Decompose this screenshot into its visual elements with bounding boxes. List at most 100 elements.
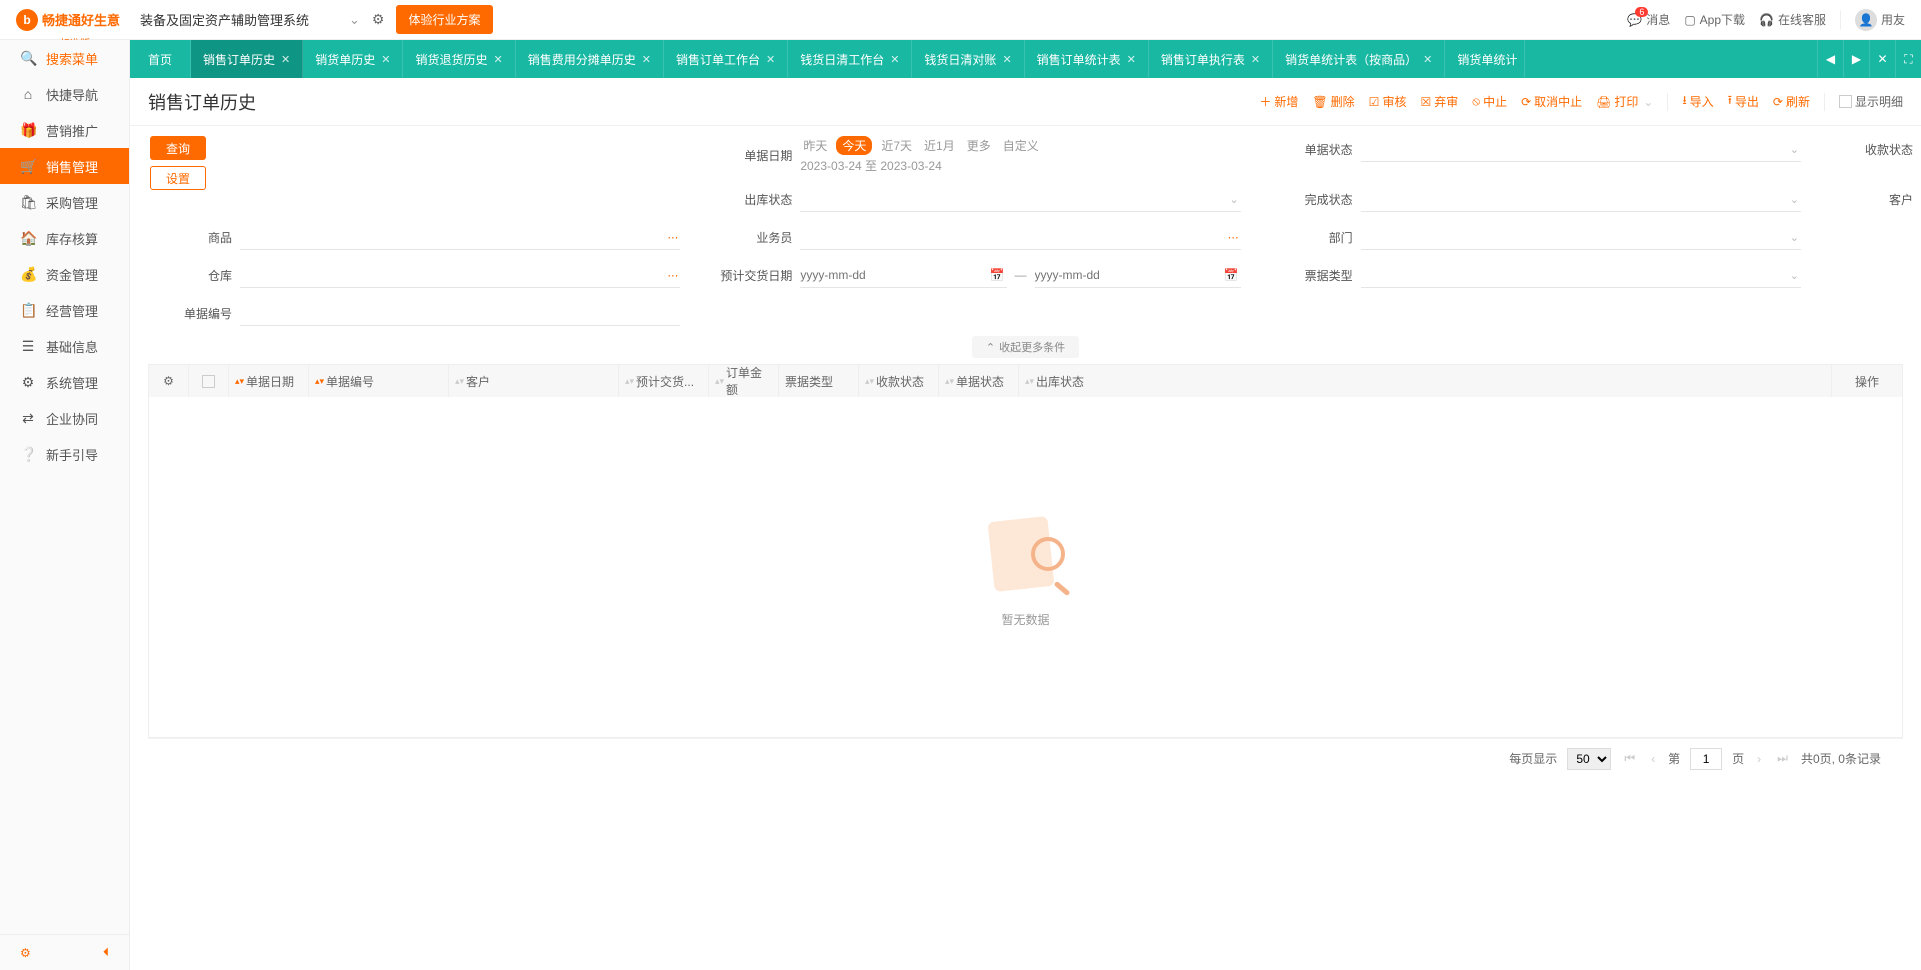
sidebar-item-base[interactable]: ☰基础信息 — [0, 328, 129, 364]
col-out-status[interactable]: ▴▾出库状态 — [1019, 365, 1832, 397]
sidebar-item-system[interactable]: ⚙系统管理 — [0, 364, 129, 400]
page-first-button[interactable]: ⏮ — [1621, 751, 1638, 766]
fullscreen-icon[interactable]: ⛶ — [1895, 40, 1921, 78]
col-bill-status[interactable]: ▴▾单据状态 — [939, 365, 1019, 397]
tab-home[interactable]: 首页 — [130, 40, 191, 78]
col-bill-no[interactable]: ▴▾单据编号 — [309, 365, 449, 397]
settings-icon[interactable]: ⚙ — [20, 946, 31, 960]
bill-status-select[interactable] — [1361, 136, 1801, 162]
tab-item[interactable]: 钱货日清工作台✕ — [788, 40, 912, 78]
sidebar-item-finance[interactable]: 💰资金管理 — [0, 256, 129, 292]
close-icon[interactable]: ✕ — [766, 53, 775, 66]
close-icon[interactable]: ✕ — [494, 53, 503, 66]
date-quick-custom[interactable]: 自定义 — [1000, 136, 1042, 155]
import-button[interactable]: ⭳导入 — [1682, 91, 1713, 112]
date-quick-yesterday[interactable]: 昨天 — [800, 136, 830, 155]
close-icon[interactable]: ✕ — [1002, 53, 1011, 66]
product-input[interactable] — [240, 224, 680, 250]
more-icon[interactable]: ⋯ — [1228, 231, 1239, 244]
setting-button[interactable]: 设置 — [150, 166, 206, 190]
tab-item[interactable]: 销售订单统计表✕ — [1025, 40, 1149, 78]
tab-item[interactable]: 销售订单工作台✕ — [664, 40, 788, 78]
collapse-sidebar-icon[interactable]: ⏴ — [103, 945, 109, 960]
tab-item[interactable]: 销货单统计 — [1445, 40, 1525, 78]
messages-button[interactable]: 💬 6 消息 — [1627, 11, 1670, 28]
page-prev-button[interactable]: ‹ — [1648, 752, 1658, 766]
sidebar-item-biz[interactable]: 📋经营管理 — [0, 292, 129, 328]
more-icon[interactable]: ⋯ — [667, 231, 678, 244]
date-quick-more[interactable]: 更多 — [964, 136, 994, 155]
delivery-date-from[interactable] — [800, 268, 1006, 282]
show-detail-toggle[interactable]: 显示明细 — [1839, 93, 1903, 110]
tab-close-all[interactable]: ✕ — [1869, 40, 1895, 78]
sidebar-item-inventory[interactable]: 🏠库存核算 — [0, 220, 129, 256]
stop-button[interactable]: ⦸中止 — [1472, 93, 1507, 110]
tab-item[interactable]: 销货单历史✕ — [303, 40, 403, 78]
out-status-select[interactable] — [800, 186, 1240, 212]
warehouse-input[interactable] — [240, 262, 680, 288]
sidebar-item-sales[interactable]: 🛒销售管理 — [0, 148, 129, 184]
industry-plan-button[interactable]: 体验行业方案 — [396, 5, 492, 34]
bill-no-input[interactable] — [240, 300, 680, 326]
tab-item[interactable]: 销售费用分摊单历史✕ — [516, 40, 664, 78]
audit-button[interactable]: ☑审核 — [1369, 93, 1407, 110]
more-icon[interactable]: ⋯ — [667, 269, 678, 282]
print-button[interactable]: 🖨打印⌄ — [1596, 93, 1653, 110]
tab-sales-order-history[interactable]: 销售订单历史✕ — [191, 40, 303, 78]
col-ticket[interactable]: 票据类型 — [779, 365, 859, 397]
page-input[interactable] — [1690, 748, 1722, 770]
add-button[interactable]: ＋新增 — [1259, 93, 1298, 110]
app-download-button[interactable]: ▢ App下载 — [1684, 11, 1745, 28]
delivery-date-to[interactable] — [1035, 268, 1241, 282]
sidebar-item-quicknav[interactable]: ⌂快捷导航 — [0, 76, 129, 112]
date-quick-today[interactable]: 今天 — [836, 136, 872, 155]
user-menu[interactable]: 👤 用友 — [1855, 9, 1905, 31]
page-last-button[interactable]: ⏭ — [1774, 751, 1791, 766]
tab-item[interactable]: 销售订单执行表✕ — [1149, 40, 1273, 78]
col-bill-date[interactable]: ▴▾单据日期 — [229, 365, 309, 397]
tab-item[interactable]: 销货单统计表（按商品）✕ — [1273, 40, 1445, 78]
chevron-down-icon[interactable]: ⌄ — [1229, 193, 1238, 206]
chevron-down-icon[interactable]: ⌄ — [1790, 193, 1799, 206]
col-delivery[interactable]: ▴▾预计交货... — [619, 365, 709, 397]
delete-button[interactable]: 🗑删除 — [1312, 93, 1354, 110]
chevron-down-icon[interactable]: ⌄ — [1790, 143, 1799, 156]
close-icon[interactable]: ✕ — [381, 53, 390, 66]
refresh-button[interactable]: ⟳刷新 — [1773, 93, 1810, 110]
sidebar-item-coop[interactable]: ⇄企业协同 — [0, 400, 129, 436]
page-next-button[interactable]: › — [1754, 752, 1764, 766]
tabs-scroll-left[interactable]: ◀ — [1817, 40, 1843, 78]
calendar-icon[interactable]: 📅 — [990, 268, 1005, 282]
unstop-button[interactable]: ⟳取消中止 — [1521, 93, 1582, 110]
export-button[interactable]: ⭱导出 — [1728, 91, 1759, 112]
sidebar-item-guide[interactable]: ❔新手引导 — [0, 436, 129, 472]
sidebar-search[interactable]: 🔍 搜索菜单 — [0, 40, 129, 76]
gear-icon[interactable]: ⚙ — [372, 11, 385, 28]
select-all-checkbox[interactable] — [189, 365, 229, 397]
collapse-filters-button[interactable]: ⌃ 收起更多条件 — [972, 336, 1079, 358]
close-icon[interactable]: ✕ — [890, 53, 899, 66]
close-icon[interactable]: ✕ — [1423, 53, 1432, 66]
calendar-icon[interactable]: 📅 — [1224, 268, 1239, 282]
close-icon[interactable]: ✕ — [642, 53, 651, 66]
ticket-type-select[interactable] — [1361, 262, 1801, 288]
chevron-down-icon[interactable]: ⌄ — [1790, 231, 1799, 244]
date-quick-last1m[interactable]: 近1月 — [921, 136, 958, 155]
col-receipt[interactable]: ▴▾收款状态 — [859, 365, 939, 397]
query-button[interactable]: 查询 — [150, 136, 206, 160]
online-service-button[interactable]: 🎧 在线客服 — [1759, 11, 1826, 28]
per-page-select[interactable]: 50 — [1567, 748, 1611, 770]
col-customer[interactable]: ▴▾客户 — [449, 365, 619, 397]
sidebar-item-marketing[interactable]: 🎁营销推广 — [0, 112, 129, 148]
table-settings-button[interactable]: ⚙ — [149, 365, 189, 397]
dept-select[interactable] — [1361, 224, 1801, 250]
close-icon[interactable]: ✕ — [1251, 53, 1260, 66]
tabs-scroll-right[interactable]: ▶ — [1843, 40, 1869, 78]
tab-item[interactable]: 销货退货历史✕ — [403, 40, 515, 78]
col-amount[interactable]: ▴▾订单金额 — [709, 365, 779, 397]
salesman-input[interactable] — [800, 224, 1240, 250]
abandon-button[interactable]: ☒弃审 — [1420, 93, 1458, 110]
close-icon[interactable]: ✕ — [281, 53, 290, 66]
finish-status-select[interactable] — [1361, 186, 1801, 212]
close-icon[interactable]: ✕ — [1127, 53, 1136, 66]
